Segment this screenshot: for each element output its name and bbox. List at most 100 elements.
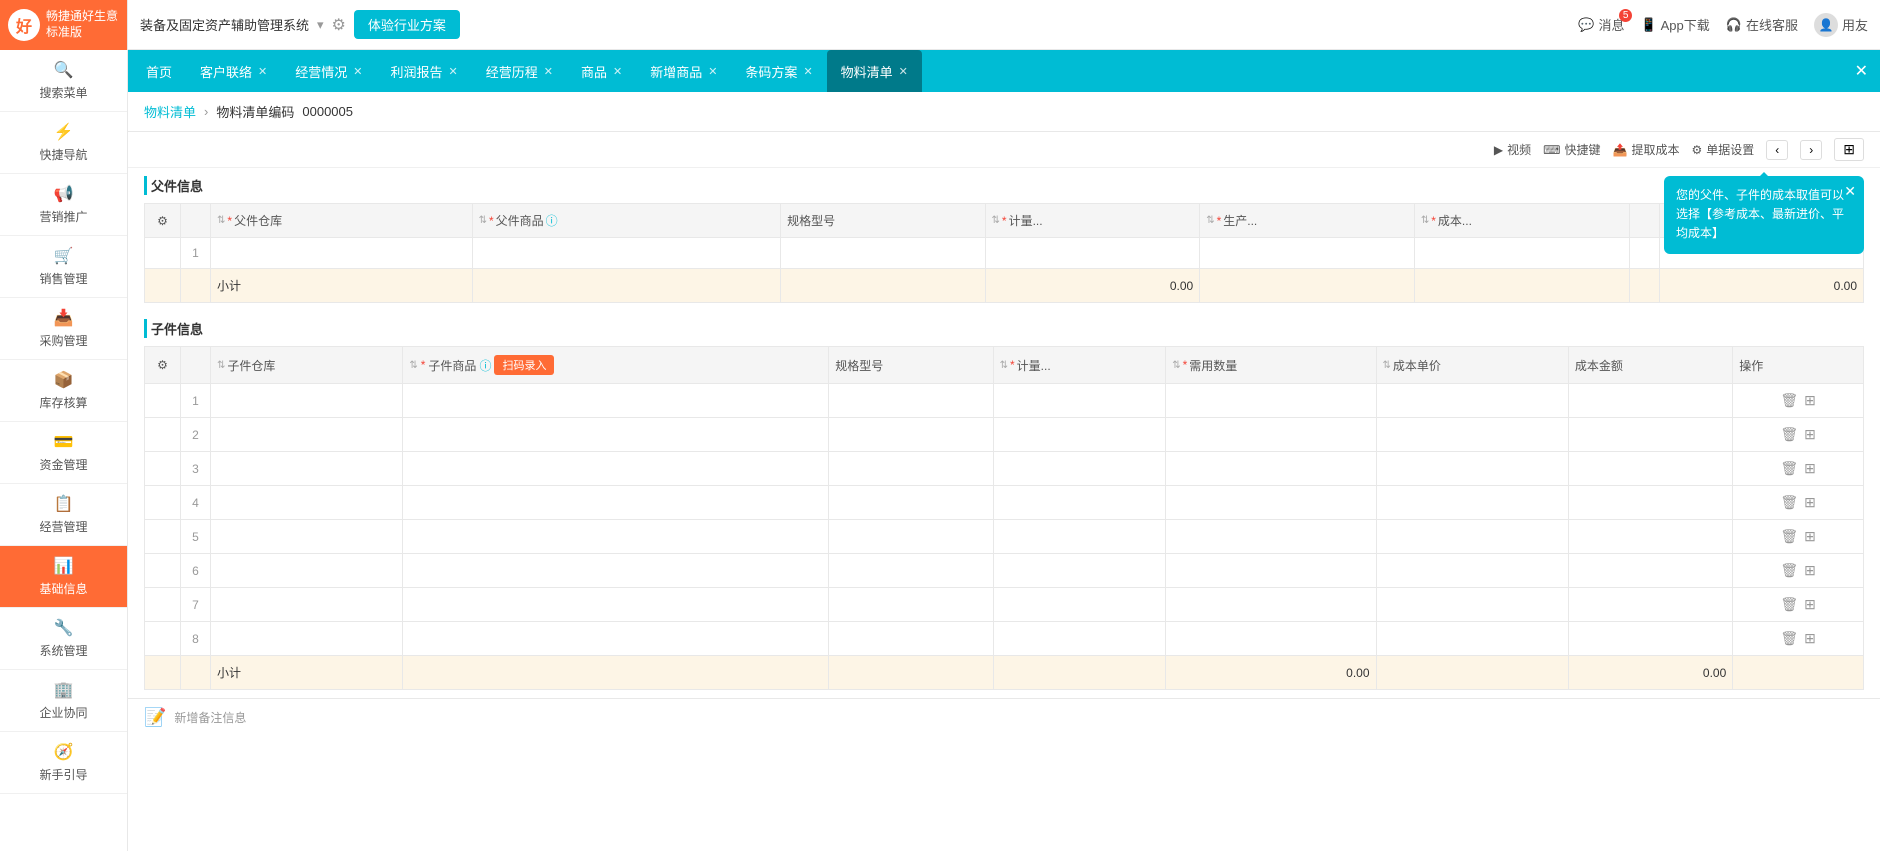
child-r2-quantity[interactable] — [1166, 418, 1376, 452]
child-r2-unit-cost[interactable] — [1376, 418, 1568, 452]
tab-close-product[interactable]: ✕ — [613, 65, 622, 78]
child-copy-6-icon[interactable]: ⊞ — [1804, 562, 1816, 579]
child-r5-product[interactable] — [403, 520, 829, 554]
child-r2-unit[interactable] — [993, 418, 1166, 452]
child-r1-warehouse[interactable] — [211, 384, 403, 418]
prev-page-btn[interactable]: ‹ — [1766, 140, 1788, 160]
child-copy-8-icon[interactable]: ⊞ — [1804, 630, 1816, 647]
view-btn[interactable]: ▶ 视频 — [1494, 141, 1531, 158]
child-r1-quantity[interactable] — [1166, 384, 1376, 418]
gear-settings[interactable]: ⚙ — [332, 15, 346, 35]
child-delete-1-icon[interactable]: 🗑 — [1780, 392, 1798, 409]
dropdown-arrow[interactable]: ▾ — [317, 17, 324, 33]
child-r5-unit-cost[interactable] — [1376, 520, 1568, 554]
tab-close-new-product[interactable]: ✕ — [708, 65, 717, 78]
child-r1-product[interactable] — [403, 384, 829, 418]
child-r6-warehouse[interactable] — [211, 554, 403, 588]
child-r1-unit-cost[interactable] — [1376, 384, 1568, 418]
child-r3-unit-cost[interactable] — [1376, 452, 1568, 486]
sidebar-item-system[interactable]: 🔧系统管理 — [0, 608, 127, 670]
tab-close-customer[interactable]: ✕ — [258, 65, 267, 78]
tab-close-barcode[interactable]: ✕ — [803, 65, 812, 78]
sidebar-item-search[interactable]: 🔍搜索菜单 — [0, 50, 127, 112]
child-r4-spec[interactable] — [829, 486, 993, 520]
sidebar-item-stock[interactable]: 📦库存核算 — [0, 360, 127, 422]
scan-input-btn[interactable]: 扫码录入 — [494, 355, 554, 375]
child-r5-unit[interactable] — [993, 520, 1166, 554]
sidebar-item-sales[interactable]: 🛒销售管理 — [0, 236, 127, 298]
child-r4-warehouse[interactable] — [211, 486, 403, 520]
single-settings-btn[interactable]: ⚙ 单据设置 — [1691, 141, 1754, 158]
child-delete-2-icon[interactable]: 🗑 — [1780, 426, 1798, 443]
user-btn[interactable]: 👤 用友 — [1814, 13, 1868, 37]
next-page-btn[interactable]: › — [1800, 140, 1822, 160]
child-r7-product[interactable] — [403, 588, 829, 622]
child-copy-4-icon[interactable]: ⊞ — [1804, 494, 1816, 511]
child-r7-spec[interactable] — [829, 588, 993, 622]
child-r4-unit-cost[interactable] — [1376, 486, 1568, 520]
child-r3-spec[interactable] — [829, 452, 993, 486]
tab-close-profit[interactable]: ✕ — [449, 65, 458, 78]
child-r7-warehouse[interactable] — [211, 588, 403, 622]
child-r6-quantity[interactable] — [1166, 554, 1376, 588]
sidebar-item-quick-nav[interactable]: ⚡快捷导航 — [0, 112, 127, 174]
sidebar-item-guide[interactable]: 🧭新手引导 — [0, 732, 127, 794]
tab-close-operation[interactable]: ✕ — [353, 65, 362, 78]
child-copy-3-icon[interactable]: ⊞ — [1804, 460, 1816, 477]
tooltip-close-btn[interactable]: ✕ — [1844, 180, 1856, 202]
sidebar-item-ops[interactable]: 📋经营管理 — [0, 484, 127, 546]
child-r4-unit[interactable] — [993, 486, 1166, 520]
parent-r1-unit[interactable] — [985, 238, 1200, 269]
message-btn[interactable]: 💬 消息 5 — [1578, 15, 1624, 34]
child-r3-quantity[interactable] — [1166, 452, 1376, 486]
child-r2-spec[interactable] — [829, 418, 993, 452]
child-delete-8-icon[interactable]: 🗑 — [1780, 630, 1798, 647]
sidebar-item-basic[interactable]: 📊基础信息 — [0, 546, 127, 608]
tab-profit[interactable]: 利润报告✕ — [376, 50, 471, 92]
parent-product-info-icon[interactable]: ⓘ — [546, 212, 558, 229]
child-r7-quantity[interactable] — [1166, 588, 1376, 622]
tab-operation[interactable]: 经营情况✕ — [281, 50, 376, 92]
tab-product[interactable]: 商品✕ — [567, 50, 636, 92]
child-delete-3-icon[interactable]: 🗑 — [1780, 460, 1798, 477]
child-r8-spec[interactable] — [829, 622, 993, 656]
parent-r1-cost[interactable] — [1414, 238, 1629, 269]
app-download-btn[interactable]: 📱 App下载 — [1640, 15, 1709, 34]
child-r1-spec[interactable] — [829, 384, 993, 418]
sidebar-item-fund[interactable]: 💳资金管理 — [0, 422, 127, 484]
child-r8-unit-cost[interactable] — [1376, 622, 1568, 656]
tab-close-bom[interactable]: ✕ — [899, 65, 908, 78]
child-delete-5-icon[interactable]: 🗑 — [1780, 528, 1798, 545]
child-r1-unit[interactable] — [993, 384, 1166, 418]
bom-list-link[interactable]: 物料清单 — [144, 102, 196, 121]
child-r6-product[interactable] — [403, 554, 829, 588]
child-delete-7-icon[interactable]: 🗑 — [1780, 596, 1798, 613]
child-r2-product[interactable] — [403, 418, 829, 452]
child-r7-unit-cost[interactable] — [1376, 588, 1568, 622]
child-copy-1-icon[interactable]: ⊞ — [1804, 392, 1816, 409]
child-copy-5-icon[interactable]: ⊞ — [1804, 528, 1816, 545]
child-r8-unit[interactable] — [993, 622, 1166, 656]
child-delete-4-icon[interactable]: 🗑 — [1780, 494, 1798, 511]
child-r4-product[interactable] — [403, 486, 829, 520]
tab-bom[interactable]: 物料清单✕ — [827, 50, 922, 92]
child-r4-quantity[interactable] — [1166, 486, 1376, 520]
experience-btn[interactable]: 体验行业方案 — [354, 10, 460, 39]
child-r3-unit[interactable] — [993, 452, 1166, 486]
child-delete-6-icon[interactable]: 🗑 — [1780, 562, 1798, 579]
child-r8-product[interactable] — [403, 622, 829, 656]
tab-barcode[interactable]: 条码方案✕ — [731, 50, 826, 92]
child-r6-unit[interactable] — [993, 554, 1166, 588]
child-r5-warehouse[interactable] — [211, 520, 403, 554]
child-r2-warehouse[interactable] — [211, 418, 403, 452]
online-service-btn[interactable]: 🎧 在线客服 — [1726, 15, 1798, 34]
parent-r1-product[interactable] — [472, 238, 781, 269]
tab-customer[interactable]: 客户联络✕ — [186, 50, 281, 92]
tab-new-product[interactable]: 新增商品✕ — [636, 50, 731, 92]
parent-r1-spec[interactable] — [781, 238, 985, 269]
child-copy-7-icon[interactable]: ⊞ — [1804, 596, 1816, 613]
close-all-tabs-btn[interactable]: ✕ — [1847, 61, 1876, 81]
child-copy-2-icon[interactable]: ⊞ — [1804, 426, 1816, 443]
child-r3-product[interactable] — [403, 452, 829, 486]
tab-history[interactable]: 经营历程✕ — [472, 50, 567, 92]
